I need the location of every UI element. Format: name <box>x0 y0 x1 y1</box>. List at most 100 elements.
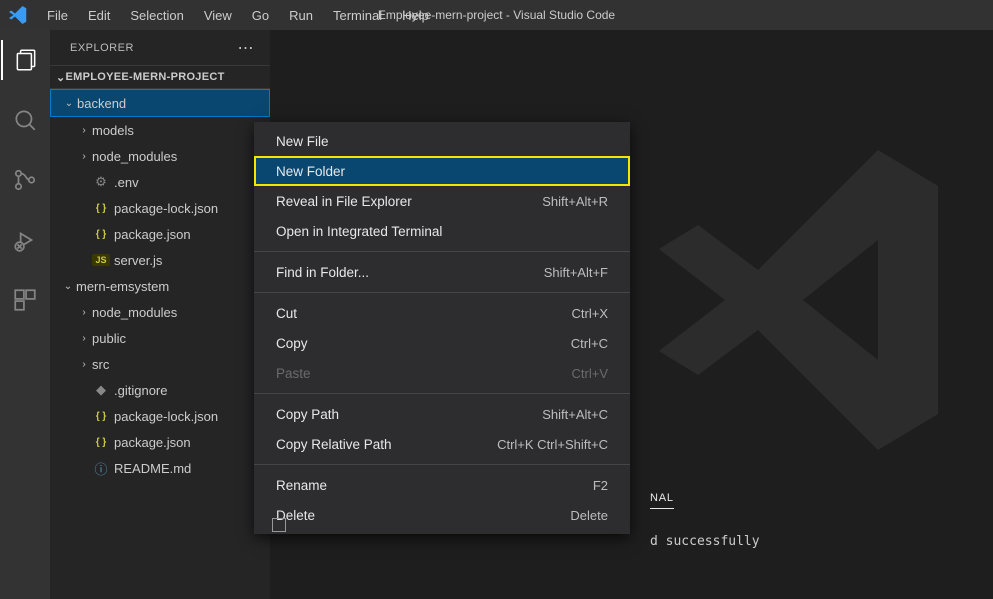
context-item-new-folder[interactable]: New Folder <box>254 156 630 186</box>
window-title: Employee-mern-project - Visual Studio Co… <box>378 8 615 22</box>
more-actions-icon[interactable]: ⋯ <box>238 38 255 58</box>
workspace-name: EMPLOYEE-MERN-PROJECT <box>66 71 225 83</box>
menu-go[interactable]: Go <box>243 4 278 27</box>
context-item-label: Cut <box>276 306 297 321</box>
context-item-shortcut: F2 <box>593 478 608 493</box>
tree-label: server.js <box>114 253 162 268</box>
tree-label: node_modules <box>92 305 177 320</box>
tree-label: .env <box>114 175 139 190</box>
tree-folder[interactable]: ›node_modules <box>50 143 270 169</box>
chevron-down-icon: ⌄ <box>56 71 66 84</box>
activity-source-control[interactable] <box>1 160 49 200</box>
tree-label: .gitignore <box>114 383 167 398</box>
tree-folder[interactable]: ›models <box>50 117 270 143</box>
context-item-label: Copy Path <box>276 407 339 422</box>
workspace-section-header[interactable]: ⌄ EMPLOYEE-MERN-PROJECT <box>50 65 270 89</box>
context-item-shortcut: Ctrl+K Ctrl+Shift+C <box>497 437 608 452</box>
context-menu: New File New Folder Reveal in File Explore… <box>254 122 630 534</box>
chevron-down-icon: ⌄ <box>61 98 77 109</box>
tree-file[interactable]: ⓘ README.md <box>50 455 270 481</box>
context-item-cut[interactable]: CutCtrl+X <box>254 298 630 328</box>
tree-label: mern-emsystem <box>76 279 169 294</box>
context-item-label: Reveal in File Explorer <box>276 194 412 209</box>
menu-file[interactable]: File <box>38 4 77 27</box>
terminal-output: d successfully <box>650 534 760 549</box>
chevron-right-icon: › <box>76 333 92 344</box>
context-item-rename[interactable]: Rename F2 <box>254 470 630 500</box>
context-item-label: Open in Integrated Terminal <box>276 224 442 239</box>
context-item-shortcut: Delete <box>570 508 608 523</box>
tree-label: models <box>92 123 134 138</box>
tree-label: package-lock.json <box>114 409 218 424</box>
tree-file[interactable]: JSserver.js <box>50 247 270 273</box>
context-item-copy[interactable]: Copy Ctrl+C <box>254 328 630 358</box>
chevron-right-icon: › <box>76 151 92 162</box>
activity-search[interactable] <box>1 100 49 140</box>
context-item-label: Find in Folder... <box>276 265 369 280</box>
context-item-copy-path[interactable]: Copy PathShift+Alt+C <box>254 399 630 429</box>
chevron-right-icon: › <box>76 307 92 318</box>
tree-label: node_modules <box>92 149 177 164</box>
tree-label: package.json <box>114 227 191 242</box>
menu-selection[interactable]: Selection <box>121 4 192 27</box>
context-item-shortcut: Ctrl+V <box>572 366 608 381</box>
context-item-copy-relative-path[interactable]: Copy Relative Path Ctrl+K Ctrl+Shift+C <box>254 429 630 459</box>
context-item-new-file[interactable]: New File <box>254 126 630 156</box>
git-icon: ◆ <box>92 382 110 398</box>
context-item-label: New File <box>276 134 329 149</box>
tree-file[interactable]: { }package-lock.json <box>50 195 270 221</box>
sidebar-explorer: EXPLORER ⋯ ⌄ EMPLOYEE-MERN-PROJECT ⌄back… <box>50 30 270 599</box>
context-item-shortcut: Ctrl+C <box>571 336 608 351</box>
context-item-label: Copy <box>276 336 308 351</box>
context-separator <box>254 393 630 394</box>
tree-label: package.json <box>114 435 191 450</box>
info-icon: ⓘ <box>92 459 110 478</box>
context-item-shortcut: Shift+Alt+F <box>544 265 608 280</box>
activity-explorer[interactable] <box>1 40 49 80</box>
tree-file[interactable]: { } package-lock.json <box>50 403 270 429</box>
maximize-icon[interactable] <box>272 518 286 532</box>
activity-debug[interactable] <box>1 220 49 260</box>
tree-folder[interactable]: ›src <box>50 351 270 377</box>
file-tree: ⌄backend›models›node_modules⚙.env{ }pack… <box>50 89 270 599</box>
json-icon: { } <box>92 203 110 214</box>
tree-label: src <box>92 357 109 372</box>
tree-label: public <box>92 331 126 346</box>
context-item-label: Rename <box>276 478 327 493</box>
context-item-label: New Folder <box>276 164 345 179</box>
context-separator <box>254 251 630 252</box>
context-item-label: Copy Relative Path <box>276 437 392 452</box>
tree-file[interactable]: ◆ .gitignore <box>50 377 270 403</box>
menu-edit[interactable]: Edit <box>79 4 119 27</box>
tree-folder[interactable]: ›public <box>50 325 270 351</box>
tree-folder[interactable]: ›node_modules <box>50 299 270 325</box>
menu-run[interactable]: Run <box>280 4 322 27</box>
context-item-label: Paste <box>276 366 311 381</box>
context-separator <box>254 464 630 465</box>
sidebar-header: EXPLORER ⋯ <box>50 30 270 65</box>
context-item-shortcut: Shift+Alt+R <box>542 194 608 209</box>
context-item-delete[interactable]: DeleteDelete <box>254 500 630 530</box>
context-item-reveal-in-file-explorer[interactable]: Reveal in File Explorer Shift+Alt+R <box>254 186 630 216</box>
context-item-paste: Paste Ctrl+V <box>254 358 630 388</box>
tree-folder[interactable]: ⌄backend <box>50 89 270 117</box>
activity-extensions[interactable] <box>1 280 49 320</box>
sidebar-title: EXPLORER <box>70 42 134 54</box>
menu-view[interactable]: View <box>195 4 241 27</box>
json-icon: { } <box>92 411 110 422</box>
chevron-right-icon: › <box>76 125 92 136</box>
tree-folder[interactable]: ⌄mern-emsystem <box>50 273 270 299</box>
tree-label: README.md <box>114 461 191 476</box>
tree-file[interactable]: { }package.json <box>50 429 270 455</box>
terminal-tab[interactable]: NAL <box>650 492 674 509</box>
context-item-open-in-integrated-terminal[interactable]: Open in Integrated Terminal <box>254 216 630 246</box>
tree-label: backend <box>77 96 126 111</box>
vscode-icon <box>8 5 28 25</box>
tree-file[interactable]: ⚙.env <box>50 169 270 195</box>
context-item-find-in-folder[interactable]: Find in Folder... Shift+Alt+F <box>254 257 630 287</box>
activity-bar <box>0 30 50 599</box>
chevron-right-icon: › <box>76 359 92 370</box>
title-bar: FileEditSelectionViewGoRunTerminalHelp E… <box>0 0 993 30</box>
tree-file[interactable]: { }package.json <box>50 221 270 247</box>
context-separator <box>254 292 630 293</box>
